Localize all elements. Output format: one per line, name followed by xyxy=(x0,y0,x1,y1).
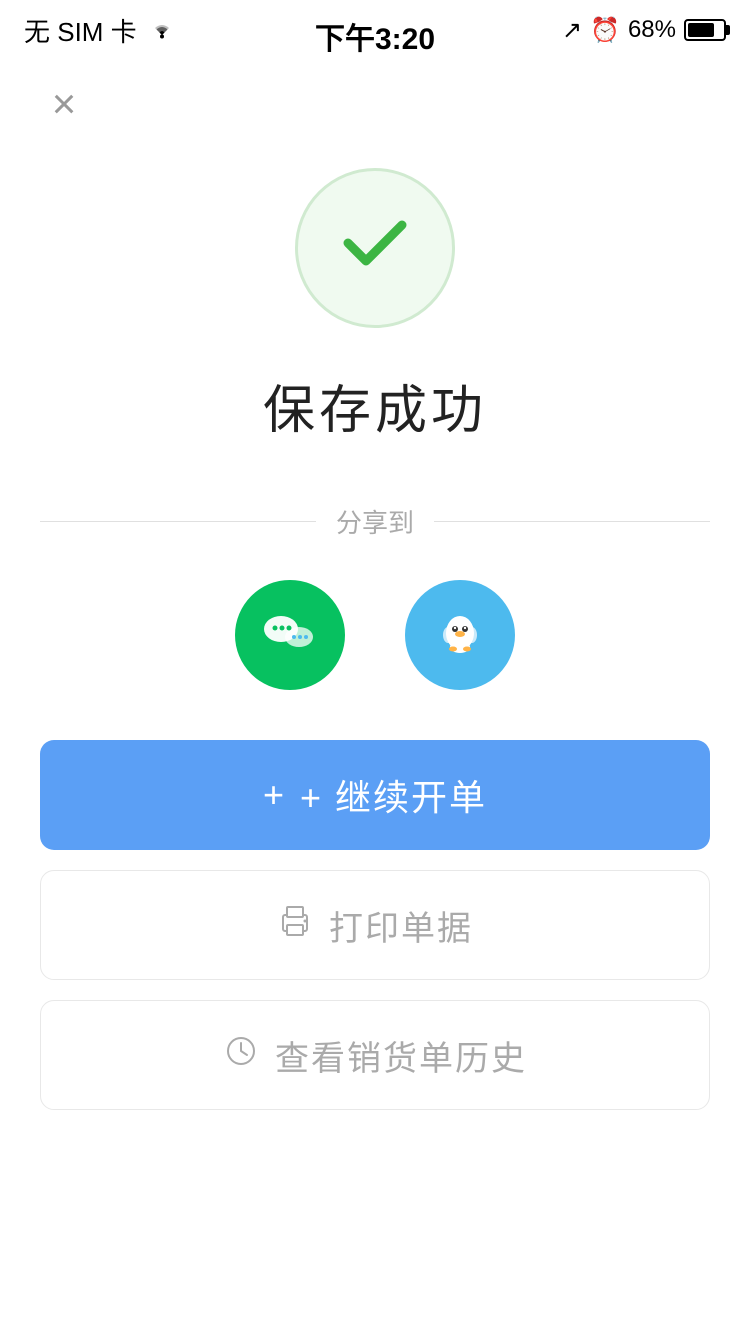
battery-percent: 68% xyxy=(628,16,676,44)
print-label: 打印单据 xyxy=(329,901,473,950)
divider-left xyxy=(40,521,316,522)
share-label: 分享到 xyxy=(336,503,414,540)
printer-icon xyxy=(277,903,313,948)
plus-icon: + xyxy=(263,774,284,816)
battery-bar xyxy=(684,19,726,41)
status-bar: 无 SIM 卡 下午3:20 ↗ ⏰ 68% xyxy=(0,0,750,60)
sim-status: 无 SIM 卡 xyxy=(24,12,137,49)
page-content: × 保存成功 分享到 xyxy=(0,60,750,1110)
share-wechat-button[interactable] xyxy=(235,580,345,690)
continue-label: + 继续开单 xyxy=(300,769,487,821)
success-title: 保存成功 xyxy=(263,368,487,443)
continue-button[interactable]: + + 继续开单 xyxy=(40,740,710,850)
status-right: ↗ ⏰ 68% xyxy=(562,16,726,45)
close-icon: × xyxy=(52,83,77,125)
wifi-icon xyxy=(147,15,177,46)
close-button[interactable]: × xyxy=(40,80,88,128)
divider-right xyxy=(434,521,710,522)
print-button[interactable]: 打印单据 xyxy=(40,870,710,980)
clock-icon xyxy=(223,1033,259,1078)
checkmark-icon xyxy=(330,197,420,300)
share-icons xyxy=(40,580,710,690)
share-qq-button[interactable] xyxy=(405,580,515,690)
history-button[interactable]: 查看销货单历史 xyxy=(40,1000,710,1110)
status-left: 无 SIM 卡 xyxy=(24,12,177,49)
success-icon-circle xyxy=(295,168,455,328)
alarm-icon: ⏰ xyxy=(590,16,620,45)
share-divider: 分享到 xyxy=(40,503,710,540)
location-icon: ↗ xyxy=(562,16,582,45)
history-label: 查看销货单历史 xyxy=(275,1031,527,1080)
share-section: 分享到 xyxy=(40,503,710,690)
status-time: 下午3:20 xyxy=(315,14,435,58)
action-buttons: + + 继续开单 打印单据 查看销货单历 xyxy=(40,740,710,1110)
